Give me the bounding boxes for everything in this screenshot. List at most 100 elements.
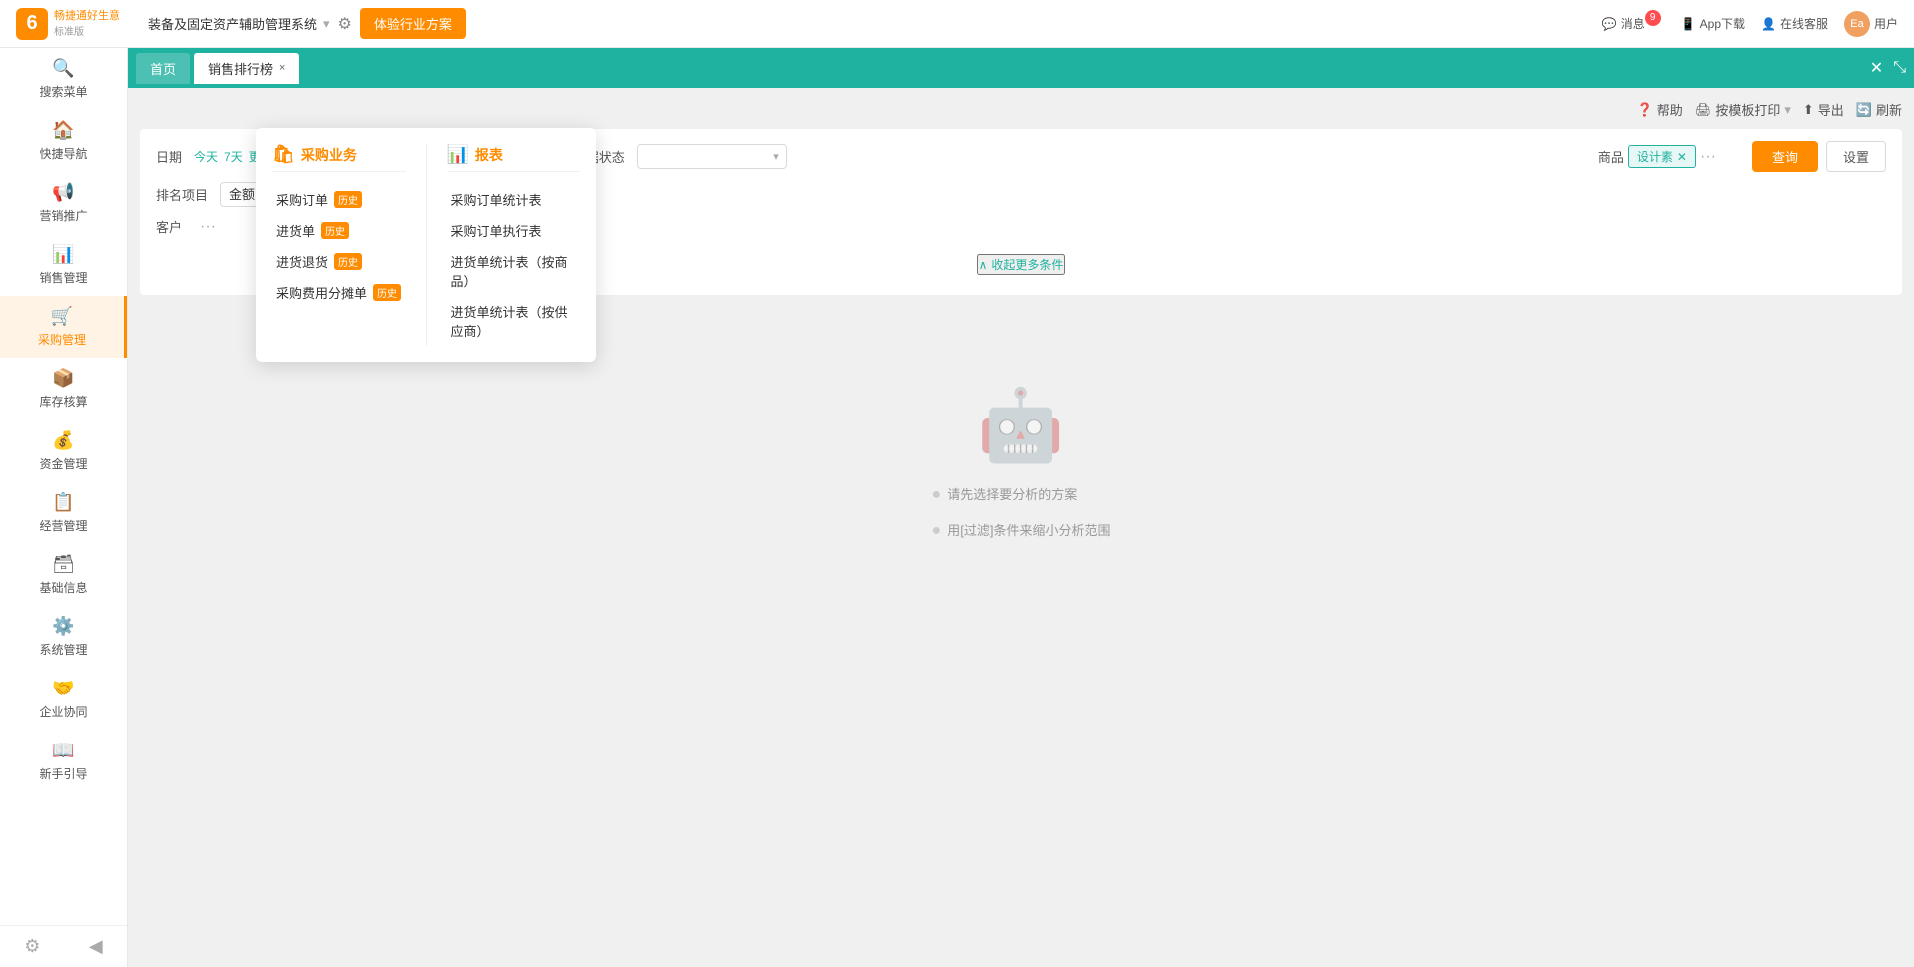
system-title: 装备及固定资产辅助管理系统 <box>148 14 317 33</box>
marketing-icon: 📢 <box>52 182 74 203</box>
sidebar-item-label: 经营管理 <box>39 517 87 534</box>
refresh-icon: 🔄 <box>1856 102 1872 118</box>
goods-tag-close[interactable]: ✕ <box>1677 150 1687 164</box>
set-btn[interactable]: 设置 <box>1826 141 1886 172</box>
tab-maximize-icon[interactable]: ⤡ <box>1893 59 1906 77</box>
menu-col-purchase-label: 采购业务 <box>301 145 357 165</box>
sidebar-bottom: ⚙ ◀ <box>0 925 127 967</box>
sidebar-item-purchase[interactable]: 🛒 采购管理 <box>0 296 127 358</box>
export-icon: ⬆ <box>1803 102 1814 118</box>
menu-item-purchase-order-exec[interactable]: 采购订单执行表 <box>447 215 581 246</box>
menu-item-purchase-fee-label: 采购费用分摊单 <box>276 283 367 302</box>
sidebar-item-label: 销售管理 <box>39 269 87 286</box>
sidebar-item-label: 快捷导航 <box>39 145 87 162</box>
help-label: 帮助 <box>1657 100 1683 119</box>
tab-close-btn[interactable]: × <box>279 62 285 74</box>
export-label: 导出 <box>1818 100 1844 119</box>
sidebar-item-sales[interactable]: 📊 销售管理 <box>0 234 127 296</box>
service-icon: 👤 <box>1761 17 1776 31</box>
tab-home[interactable]: 首页 <box>136 53 190 84</box>
main-area: 🔍 搜索菜单 🏠 快捷导航 📢 营销推广 📊 销售管理 🛒 采购管理 📦 <box>0 48 1914 967</box>
tab-right-controls: ✕ ⤡ <box>1870 58 1906 78</box>
sidebar-item-search[interactable]: 🔍 搜索菜单 <box>0 48 127 110</box>
tab-close-icon[interactable]: ✕ <box>1870 58 1883 78</box>
customer-ellipsis-btn[interactable]: ··· <box>200 218 216 236</box>
menu-item-purchase-order[interactable]: 采购订单 历史 <box>272 184 406 215</box>
sidebar-item-system[interactable]: ⚙️ 系统管理 <box>0 606 127 668</box>
sidebar-item-label: 基础信息 <box>39 579 87 596</box>
doc-status-select[interactable] <box>637 144 787 169</box>
print-dropdown-icon[interactable]: ▾ <box>1784 102 1791 118</box>
sidebar-item-label: 新手引导 <box>39 765 87 782</box>
history-badge-1: 历史 <box>334 191 362 208</box>
empty-hint-2-text: 用[过滤]条件来缩小分析范围 <box>947 518 1110 544</box>
print-icon: 🖨 <box>1695 102 1712 118</box>
collapse-sidebar-icon[interactable]: ◀ <box>89 936 103 957</box>
menu-divider <box>426 144 427 346</box>
menu-item-purchase-order-label: 采购订单 <box>276 190 328 209</box>
menu-col-reports-label: 报表 <box>475 145 503 165</box>
date-shortcut-today[interactable]: 今天 <box>194 148 218 165</box>
notice-btn[interactable]: 💬 消息 9 <box>1602 15 1665 32</box>
service-btn[interactable]: 👤 在线客服 <box>1761 15 1828 32</box>
logo-text-block: 畅捷通好生意 标准版 <box>54 9 120 38</box>
menu-item-purchase-order-stats-label: 采购订单统计表 <box>451 190 542 209</box>
menu-item-goods-stats-by-goods[interactable]: 进货单统计表（按商品） <box>447 246 581 296</box>
sidebar-item-label: 资金管理 <box>39 455 87 472</box>
sidebar-item-finance[interactable]: 💰 资金管理 <box>0 420 127 482</box>
search-icon: 🔍 <box>52 58 74 79</box>
export-btn[interactable]: ⬆ 导出 <box>1803 100 1844 119</box>
management-icon: 📋 <box>52 492 74 513</box>
refresh-label: 刷新 <box>1876 100 1902 119</box>
purchase-menu-icon: 🛍 <box>272 144 295 165</box>
gear-icon[interactable]: ⚙ <box>338 14 352 34</box>
menu-col-reports-title: 📊 报表 <box>447 144 581 172</box>
menu-item-purchase-fee[interactable]: 采购费用分摊单 历史 <box>272 277 406 308</box>
menu-item-goods-stats-by-goods-label: 进货单统计表（按商品） <box>451 252 577 290</box>
rank-label: 排名项目 <box>156 185 208 204</box>
logo-line2: 标准版 <box>54 23 120 38</box>
menu-item-goods-stats-by-supplier[interactable]: 进货单统计表（按供应商） <box>447 296 581 346</box>
goods-ellipsis-btn[interactable]: ··· <box>1700 148 1716 166</box>
sidebar-item-collab[interactable]: 🤝 企业协同 <box>0 668 127 730</box>
help-btn[interactable]: ❓ 帮助 <box>1637 100 1683 119</box>
date-shortcut-7days[interactable]: 7天 <box>224 148 243 165</box>
refresh-btn[interactable]: 🔄 刷新 <box>1856 100 1902 119</box>
sidebar-item-label: 系统管理 <box>39 641 87 658</box>
sidebar-item-marketing[interactable]: 📢 营销推广 <box>0 172 127 234</box>
menu-item-purchase-order-exec-label: 采购订单执行表 <box>451 221 542 240</box>
sidebar-item-label: 搜索菜单 <box>39 83 87 100</box>
avatar: Ea <box>1844 11 1870 37</box>
logo-area: 6 畅捷通好生意 标准版 <box>16 8 136 40</box>
print-btn[interactable]: 🖨 按模板打印 ▾ <box>1695 100 1791 119</box>
user-btn[interactable]: Ea 用户 <box>1844 11 1898 37</box>
sidebar-item-inventory[interactable]: 📦 库存核算 <box>0 358 127 420</box>
sidebar-item-nav[interactable]: 🏠 快捷导航 <box>0 110 127 172</box>
content-body: ❓ 帮助 🖨 按模板打印 ▾ ⬆ 导出 🔄 刷新 <box>128 88 1914 967</box>
menu-item-goods-return-label: 进货退货 <box>276 252 328 271</box>
settings-bottom-icon[interactable]: ⚙ <box>24 936 40 957</box>
menu-item-purchase-order-stats[interactable]: 采购订单统计表 <box>447 184 581 215</box>
tab-sales-ranking[interactable]: 销售排行榜 × <box>194 53 299 84</box>
sidebar-item-guide[interactable]: 📖 新手引导 <box>0 730 127 792</box>
bullet-1: ● <box>932 479 942 511</box>
sidebar-item-label: 营销推广 <box>39 207 87 224</box>
home-icon: 🏠 <box>52 120 74 141</box>
app-download-btn[interactable]: 📱 App下载 <box>1681 15 1745 32</box>
reports-menu-icon: 📊 <box>447 144 469 165</box>
collab-icon: 🤝 <box>52 678 74 699</box>
empty-illustration: 🤖 <box>977 385 1064 467</box>
industry-btn[interactable]: 体验行业方案 <box>360 8 466 39</box>
sidebar-item-basic-info[interactable]: 🗃 基础信息 <box>0 544 127 606</box>
notice-label: 消息 <box>1621 15 1645 32</box>
menu-item-goods-receipt[interactable]: 进货单 历史 <box>272 215 406 246</box>
app-icon: 📱 <box>1681 17 1696 31</box>
sidebar-item-management[interactable]: 📋 经营管理 <box>0 482 127 544</box>
menu-item-goods-return[interactable]: 进货退货 历史 <box>272 246 406 277</box>
query-btn[interactable]: 查询 <box>1752 141 1818 172</box>
menu-col-purchase: 🛍 采购业务 采购订单 历史 进货单 历史 进货退货 <box>272 144 406 346</box>
system-icon: ⚙️ <box>52 616 74 637</box>
sidebar-item-label: 库存核算 <box>39 393 87 410</box>
dropdown-arrow-icon[interactable]: ▾ <box>323 16 330 32</box>
collapse-btn[interactable]: ∧ 收起更多条件 <box>977 254 1066 275</box>
